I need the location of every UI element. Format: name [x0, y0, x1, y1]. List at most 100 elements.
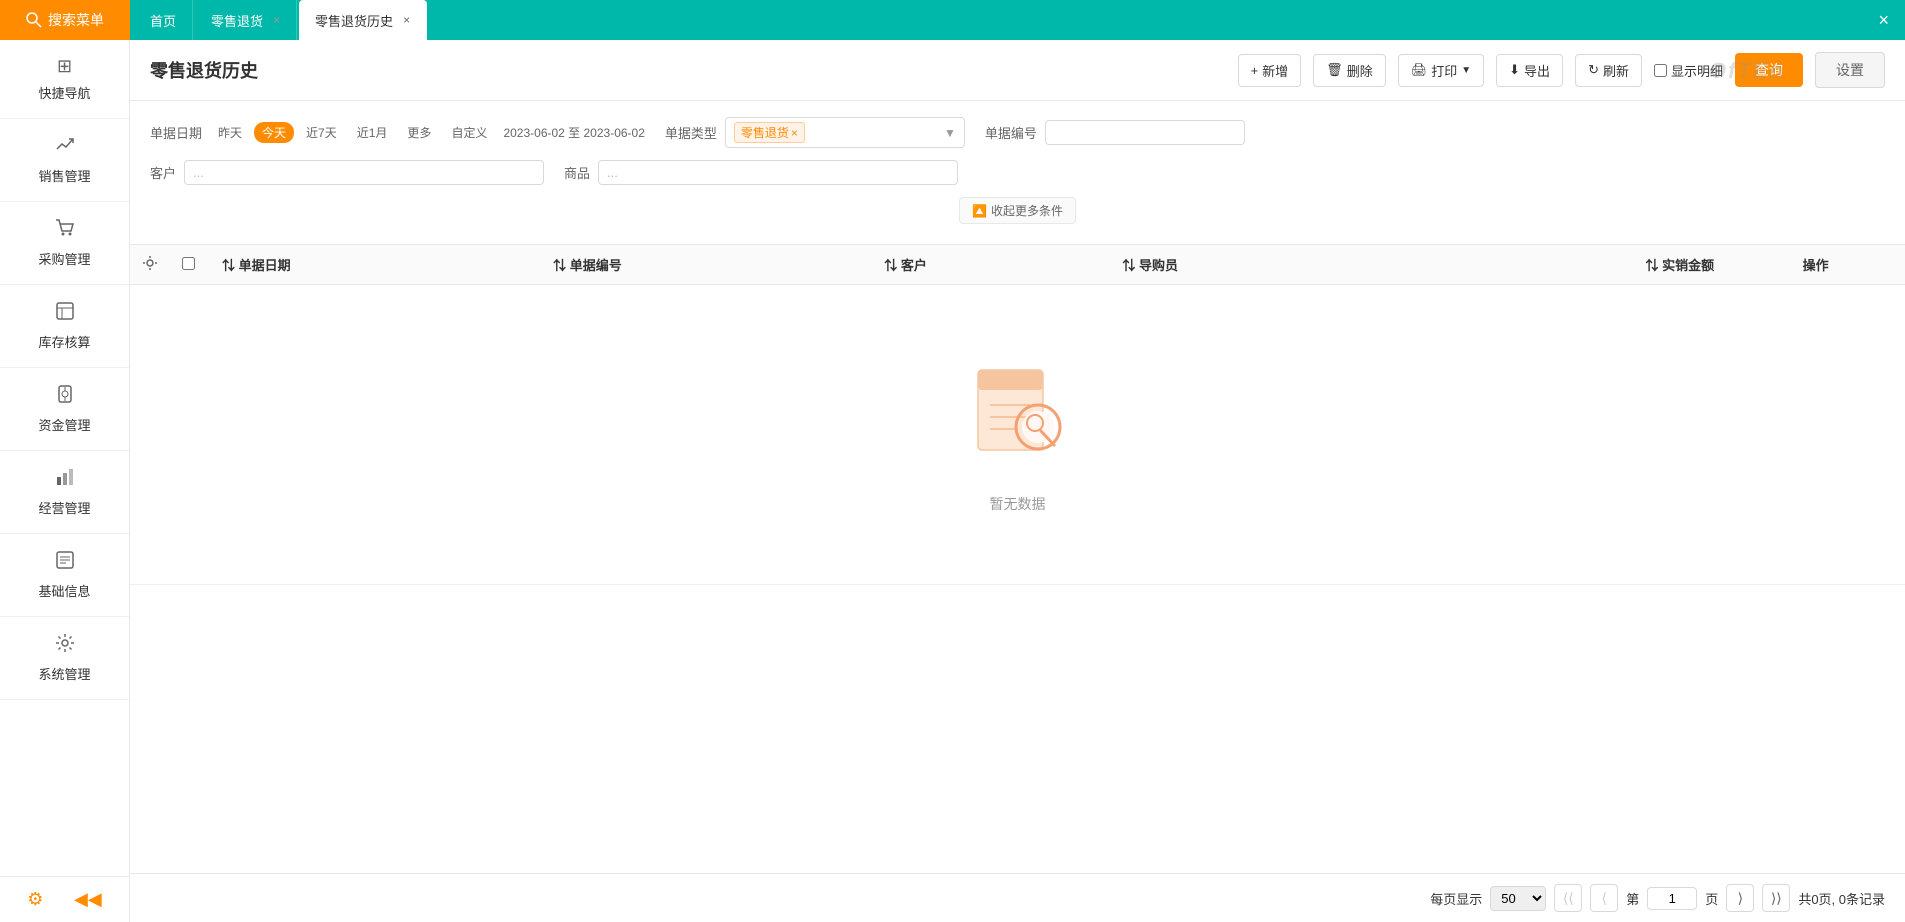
export-icon: ⬇	[1509, 62, 1520, 78]
tab-retail-return-history-close[interactable]: ×	[403, 13, 410, 27]
column-date-label: ⇅ 单据日期	[222, 258, 291, 273]
date-btn-yesterday[interactable]: 昨天	[210, 122, 250, 143]
sidebar-item-inventory-label: 库存核算	[38, 332, 90, 351]
basic-info-icon	[55, 550, 75, 575]
sidebar-item-operations[interactable]: 经营管理	[0, 451, 129, 534]
doc-number-filter-item: 单据编号	[985, 120, 1245, 145]
search-menu-button[interactable]: 搜索菜单	[0, 0, 130, 40]
show-detail-label: 显示明细	[1671, 61, 1723, 80]
print-button[interactable]: 🖨 打印 ▼	[1398, 54, 1484, 87]
next-page-button[interactable]: ⟩	[1726, 884, 1754, 912]
date-filter-buttons: 昨天 今天 近7天 近1月 更多 自定义	[210, 122, 495, 143]
top-bar: 搜索菜单 首页 零售退货 × 零售退货历史 × ×	[0, 0, 1905, 40]
goods-placeholder: ...	[607, 165, 618, 180]
doc-type-tag-value: 零售退货	[741, 124, 789, 141]
first-page-button[interactable]: ⟨⟨	[1554, 884, 1582, 912]
delete-button[interactable]: 🗑 删除	[1313, 54, 1386, 87]
search-icon	[26, 12, 42, 28]
speaker-bottom-icon[interactable]: ◀◀	[74, 889, 102, 910]
doc-number-input[interactable]	[1045, 120, 1245, 145]
page-number-input[interactable]	[1647, 887, 1697, 910]
doc-type-label: 单据类型	[665, 123, 717, 142]
show-detail-checkbox[interactable]	[1654, 64, 1667, 77]
date-btn-more[interactable]: 更多	[399, 122, 439, 143]
settings-bottom-icon[interactable]: ⚙	[27, 889, 43, 910]
delete-label: 删除	[1347, 61, 1373, 80]
tab-retail-return-close[interactable]: ×	[273, 13, 280, 27]
sidebar-item-system[interactable]: 系统管理	[0, 617, 129, 700]
sidebar-item-purchase-label: 采购管理	[38, 249, 90, 268]
finance-icon	[55, 384, 75, 409]
date-btn-1month[interactable]: 近1月	[349, 122, 396, 143]
per-page-select[interactable]: 10 20 50 100	[1490, 886, 1546, 911]
column-date[interactable]: ⇅ 单据日期	[210, 245, 541, 285]
filter-area: 单据日期 昨天 今天 近7天 近1月 更多 自定义 2023-06-02 至 2…	[130, 101, 1905, 245]
column-amount[interactable]: ⇅ 实销金额	[1395, 245, 1726, 285]
total-info: 共0页, 0条记录	[1798, 889, 1885, 908]
tab-bar: 首页 零售退货 × 零售退货历史 ×	[130, 0, 1862, 40]
export-button[interactable]: ⬇ 导出	[1496, 54, 1563, 87]
sidebar-bottom: ⚙ ◀◀	[0, 876, 129, 922]
filter-row-1: 单据日期 昨天 今天 近7天 近1月 更多 自定义 2023-06-02 至 2…	[150, 117, 1885, 148]
goods-select[interactable]: ...	[598, 160, 958, 185]
tab-retail-return-history[interactable]: 零售退货历史 ×	[299, 0, 427, 40]
window-close-button[interactable]: ×	[1862, 10, 1905, 31]
column-number[interactable]: ⇅ 单据编号	[541, 245, 872, 285]
tab-home[interactable]: 首页	[134, 0, 193, 40]
empty-text: 暂无数据	[990, 494, 1046, 514]
column-guide[interactable]: ⇅ 导购员	[1110, 245, 1395, 285]
operations-icon	[55, 467, 75, 492]
sidebar-item-quick-nav-label: 快捷导航	[38, 83, 90, 102]
setting-button[interactable]: 设置	[1815, 52, 1885, 88]
column-settings[interactable]	[130, 245, 170, 285]
select-all-checkbox[interactable]	[182, 257, 195, 270]
date-btn-custom[interactable]: 自定义	[443, 122, 495, 143]
doc-type-tag-remove[interactable]: ×	[791, 126, 798, 140]
sidebar-item-quick-nav[interactable]: ⊞ 快捷导航	[0, 40, 129, 119]
sidebar-item-inventory[interactable]: 库存核算	[0, 285, 129, 368]
sidebar-item-finance[interactable]: 资金管理	[0, 368, 129, 451]
new-button[interactable]: + 新增	[1238, 54, 1302, 87]
tab-retail-return-label: 零售退货	[211, 11, 263, 30]
prev-page-button[interactable]: ⟨	[1590, 884, 1618, 912]
sales-icon	[55, 135, 75, 160]
tab-retail-return[interactable]: 零售退货 ×	[195, 0, 297, 40]
query-button[interactable]: 查询	[1735, 53, 1803, 87]
refresh-button[interactable]: ↻ 刷新	[1575, 54, 1642, 87]
new-icon: +	[1251, 63, 1259, 78]
sidebar-item-basic-info[interactable]: 基础信息	[0, 534, 129, 617]
system-icon	[55, 633, 75, 658]
doc-type-select[interactable]: 零售退货 × ▼	[725, 117, 965, 148]
page-title: 零售退货历史	[150, 57, 258, 83]
table-body: 暂无数据	[130, 285, 1905, 585]
date-filter-label: 单据日期	[150, 123, 202, 142]
table-container: ⇅ 单据日期 ⇅ 单据编号 ⇅ 客户 ⇅ 导购员 ⇅ 实销金额	[130, 245, 1905, 873]
column-checkbox[interactable]	[170, 245, 210, 285]
pagination: 每页显示 10 20 50 100 ⟨⟨ ⟨ 第 页 ⟩ ⟩⟩ 共0页, 0条记…	[130, 873, 1905, 922]
column-customer[interactable]: ⇅ 客户	[872, 245, 1110, 285]
quick-nav-icon: ⊞	[57, 56, 72, 77]
print-dropdown-icon: ▼	[1461, 65, 1471, 76]
sidebar-item-system-label: 系统管理	[38, 664, 90, 683]
print-icon: 🖨	[1411, 62, 1428, 78]
empty-state-cell: 暂无数据	[130, 285, 1905, 585]
search-menu-label: 搜索菜单	[48, 10, 104, 30]
last-page-button[interactable]: ⟩⟩	[1762, 884, 1790, 912]
collapse-button[interactable]: 🔼 收起更多条件	[959, 197, 1076, 224]
date-btn-today[interactable]: 今天	[254, 122, 294, 143]
column-number-label: ⇅ 单据编号	[553, 258, 622, 273]
sidebar-item-purchase[interactable]: 采购管理	[0, 202, 129, 285]
doc-number-label: 单据编号	[985, 123, 1037, 142]
sidebar-item-sales[interactable]: 销售管理	[0, 119, 129, 202]
page-label-prefix: 第	[1626, 889, 1639, 908]
column-action-label: 操作	[1803, 258, 1829, 273]
customer-select[interactable]: ...	[184, 160, 544, 185]
table-header-row: ⇅ 单据日期 ⇅ 单据编号 ⇅ 客户 ⇅ 导购员 ⇅ 实销金额	[130, 245, 1905, 285]
sidebar-item-basic-info-label: 基础信息	[38, 581, 90, 600]
doc-type-arrow-icon: ▼	[944, 126, 956, 140]
empty-state: 暂无数据	[142, 295, 1893, 574]
date-btn-7days[interactable]: 近7天	[298, 122, 345, 143]
data-table: ⇅ 单据日期 ⇅ 单据编号 ⇅ 客户 ⇅ 导购员 ⇅ 实销金额	[130, 245, 1905, 585]
show-detail-checkbox-label[interactable]: 显示明细	[1654, 61, 1723, 80]
refresh-label: 刷新	[1603, 61, 1629, 80]
